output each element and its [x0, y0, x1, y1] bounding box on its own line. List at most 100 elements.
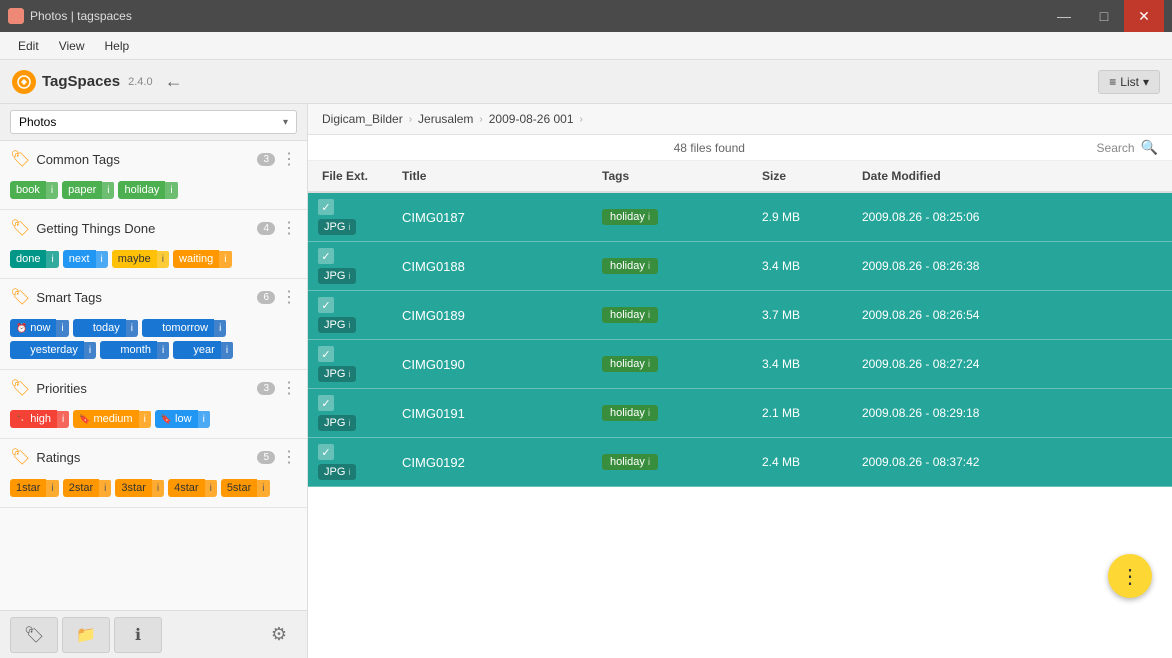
tag-high-info: i [57, 411, 69, 428]
tag-group-common-body: book i paper i holiday i [0, 177, 307, 209]
tag-group-priorities-menu[interactable]: ⋮ [281, 378, 297, 398]
tag-high[interactable]: 🔖high i [10, 410, 69, 428]
close-button[interactable]: ✕ [1124, 0, 1164, 32]
info-button[interactable]: ℹ [114, 617, 162, 653]
table-row[interactable]: ✓ JPG i CIMG0189 holiday i 3.7 MB 2009.0… [308, 291, 1172, 340]
tag-year[interactable]: 👤year i [173, 341, 233, 359]
checkbox-5[interactable]: ✓ [318, 444, 334, 460]
list-view-button[interactable]: ≡ List ▾ [1098, 70, 1160, 94]
tag-maybe[interactable]: maybe i [112, 250, 169, 268]
col-tags: Tags [588, 161, 748, 192]
col-ext: File Ext. [308, 161, 388, 192]
topbar-right: ≡ List ▾ [1098, 70, 1160, 94]
tag-holiday-4[interactable]: holiday i [602, 405, 658, 421]
tag-low[interactable]: 🔖low i [155, 410, 210, 428]
ext-badge-2[interactable]: JPG i [318, 317, 356, 333]
tag-done[interactable]: done i [10, 250, 59, 268]
back-button[interactable]: ← [165, 71, 183, 92]
table-row[interactable]: ✓ JPG i CIMG0188 holiday i 3.4 MB 2009.0… [308, 242, 1172, 291]
tag-info-2: i [648, 310, 650, 321]
col-date: Date Modified [848, 161, 1172, 192]
tags-button[interactable]: 🏷 [10, 617, 58, 653]
tag-holiday-2[interactable]: holiday i [602, 307, 658, 323]
logo: TagSpaces 2.4.0 [12, 70, 153, 94]
minimize-button[interactable]: — [1044, 0, 1084, 32]
location-chevron: ▾ [283, 117, 288, 128]
tag-group-gtd-header[interactable]: 🏷 Getting Things Done 4 ⋮ [0, 210, 307, 246]
ext-badge-3[interactable]: JPG i [318, 366, 356, 382]
tag-2star[interactable]: 2star i [63, 479, 112, 497]
checkbox-0[interactable]: ✓ [318, 199, 334, 215]
table-row[interactable]: ✓ JPG i CIMG0192 holiday i 2.4 MB 2009.0… [308, 438, 1172, 487]
search-label: Search [1097, 141, 1135, 155]
tag-5star[interactable]: 5star i [221, 479, 270, 497]
tag-tomorrow[interactable]: 👤tomorrow i [142, 319, 226, 337]
fab-button[interactable]: ⋮ [1108, 554, 1152, 598]
tag-4star-info: i [205, 480, 217, 497]
ext-badge-4[interactable]: JPG i [318, 415, 356, 431]
tag-holiday[interactable]: holiday i [118, 181, 177, 199]
maximize-button[interactable]: □ [1084, 0, 1124, 32]
menu-help[interactable]: Help [94, 35, 139, 57]
breadcrumb-jerusalem[interactable]: Jerusalem [418, 112, 473, 126]
cell-size-4: 2.1 MB [748, 389, 848, 438]
tag-holiday-0[interactable]: holiday i [602, 209, 658, 225]
table-row[interactable]: ✓ JPG i CIMG0187 holiday i 2.9 MB 2009.0… [308, 192, 1172, 242]
location-dropdown[interactable]: Photos ▾ [10, 110, 297, 134]
table-row[interactable]: ✓ JPG i CIMG0190 holiday i 3.4 MB 2009.0… [308, 340, 1172, 389]
tag-group-common: 🏷 Common Tags 3 ⋮ book i paper i [0, 141, 307, 210]
tag-holiday-label: holiday [118, 181, 165, 199]
tag-medium[interactable]: 🔖medium i [73, 410, 151, 428]
settings-button[interactable]: ⚙ [261, 617, 297, 653]
tag-book-info: i [46, 182, 58, 199]
tag-group-smart-count: 6 [257, 291, 275, 304]
breadcrumb-digicam[interactable]: Digicam_Bilder [322, 112, 403, 126]
cell-title-1: CIMG0188 [388, 242, 588, 291]
table-row[interactable]: ✓ JPG i CIMG0191 holiday i 2.1 MB 2009.0… [308, 389, 1172, 438]
tag-group-gtd-menu[interactable]: ⋮ [281, 218, 297, 238]
cell-title-5: CIMG0192 [388, 438, 588, 487]
tag-holiday-3[interactable]: holiday i [602, 356, 658, 372]
menu-edit[interactable]: Edit [8, 35, 49, 57]
tag-holiday-1[interactable]: holiday i [602, 258, 658, 274]
tag-group-ratings-header[interactable]: 🏷 Ratings 5 ⋮ [0, 439, 307, 475]
tag-1star[interactable]: 1star i [10, 479, 59, 497]
checkbox-3[interactable]: ✓ [318, 346, 334, 362]
tag-yesterday[interactable]: 👤yesterday i [10, 341, 96, 359]
ext-label-3: JPG [324, 368, 345, 380]
tag-waiting[interactable]: waiting i [173, 250, 231, 268]
cell-ext-1: ✓ JPG i [308, 242, 388, 291]
tag-group-ratings-menu[interactable]: ⋮ [281, 447, 297, 467]
checkbox-2[interactable]: ✓ [318, 297, 334, 313]
tag-month[interactable]: 👤month i [100, 341, 169, 359]
ext-badge-5[interactable]: JPG i [318, 464, 356, 480]
col-size: Size [748, 161, 848, 192]
breadcrumb-folder[interactable]: 2009-08-26 001 [489, 112, 574, 126]
tag-4star[interactable]: 4star i [168, 479, 217, 497]
folder-button[interactable]: 📁 [62, 617, 110, 653]
tag-next[interactable]: next i [63, 250, 108, 268]
checkbox-1[interactable]: ✓ [318, 248, 334, 264]
ext-badge-1[interactable]: JPG i [318, 268, 356, 284]
tag-group-smart-menu[interactable]: ⋮ [281, 287, 297, 307]
checkbox-4[interactable]: ✓ [318, 395, 334, 411]
tag-now[interactable]: ⏰now i [10, 319, 69, 337]
tag-done-info: i [46, 251, 58, 268]
tag-group-priorities-header[interactable]: 🏷 Priorities 3 ⋮ [0, 370, 307, 406]
cell-size-3: 3.4 MB [748, 340, 848, 389]
menubar: Edit View Help [0, 32, 1172, 60]
tag-book[interactable]: book i [10, 181, 58, 199]
tag-holiday-5[interactable]: holiday i [602, 454, 658, 470]
menu-view[interactable]: View [49, 35, 95, 57]
ext-label-5: JPG [324, 466, 345, 478]
search-icon[interactable]: 🔍 [1141, 139, 1158, 156]
tag-3star[interactable]: 3star i [115, 479, 164, 497]
tag-paper[interactable]: paper i [62, 181, 114, 199]
tag-3star-info: i [152, 480, 164, 497]
tag-group-common-header[interactable]: 🏷 Common Tags 3 ⋮ [0, 141, 307, 177]
tag-group-smart-header[interactable]: 🏷 Smart Tags 6 ⋮ [0, 279, 307, 315]
cell-ext-3: ✓ JPG i [308, 340, 388, 389]
tag-today[interactable]: 👤today i [73, 319, 138, 337]
tag-group-common-menu[interactable]: ⋮ [281, 149, 297, 169]
ext-badge-0[interactable]: JPG i [318, 219, 356, 235]
